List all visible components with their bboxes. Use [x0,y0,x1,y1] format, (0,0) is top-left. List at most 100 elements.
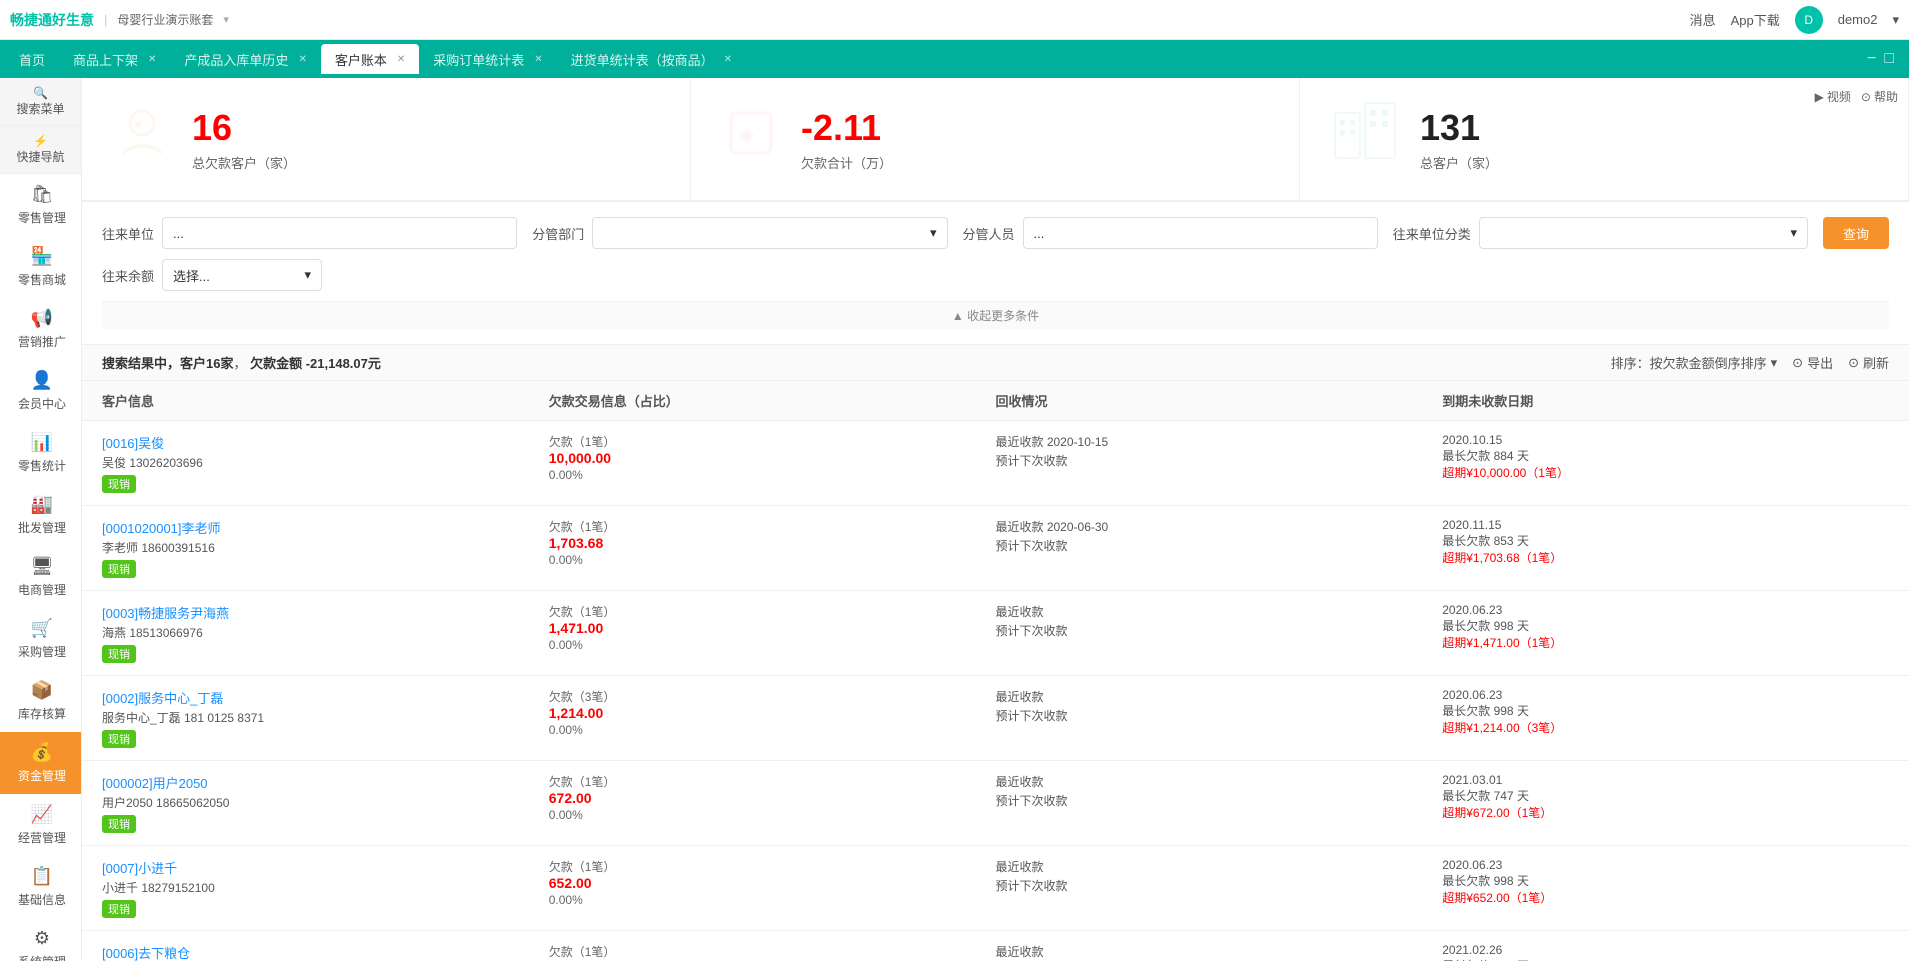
sidebar-item-operation[interactable]: 📈 经营管理 [0,794,81,856]
tab-production-history[interactable]: 产成品入库单历史 ✕ [170,44,320,74]
sidebar-item-basic-info[interactable]: 📋 基础信息 [0,856,81,918]
store-name: 母婴行业演示账套 [117,11,213,28]
results-info: 搜索结果中，客户16家， 欠款金额 -21,148.07元 [102,353,381,372]
due-info-5: 2020.06.23 最长欠款 998 天 超期¥652.00（1笔） [1442,858,1889,906]
user-dropdown-icon[interactable]: ▾ [1892,12,1899,28]
overdue-link-3[interactable]: 超期¥1,214.00（3笔） [1442,719,1889,736]
sidebar-item-purchase[interactable]: 🛒 采购管理 [0,608,81,670]
due-date-1: 2020.11.15 [1442,518,1889,532]
overdue-link-4[interactable]: 超期¥672.00（1笔） [1442,804,1889,821]
stat-icon-total-customers [1330,98,1400,180]
department-select[interactable]: ▾ [592,217,947,249]
total-customers-label: 总客户（家） [1420,153,1878,172]
customer-name-1[interactable]: [0001020001]李老师 [102,518,549,537]
customer-name-0[interactable]: [0016]吴俊 [102,433,549,452]
tab-product-status[interactable]: 商品上下架 ✕ [59,44,170,74]
tab-purchase-stats-close[interactable]: ✕ [534,54,542,65]
customer-info-5: [0007]小进千 小进千 18279152100 现销 [102,858,549,918]
sidebar-item-ecommerce[interactable]: 🖥 电商管理 [0,546,81,608]
debt-amount-4[interactable]: 672.00 [549,790,996,806]
overdue-link-2[interactable]: 超期¥1,471.00（1笔） [1442,634,1889,651]
sort-label[interactable]: 排序：按欠款金额倒序排序 ▾ [1611,353,1778,372]
app-download-btn[interactable]: App下载 [1731,10,1780,29]
manager-input[interactable]: ... [1023,217,1378,249]
debt-pct-5: 0.00% [549,893,996,907]
sidebar-item-marketing[interactable]: 📢 营销推广 [0,298,81,360]
search-menu-item[interactable]: 🔍 搜索菜单 [0,78,81,126]
quick-nav-item[interactable]: ⚡ 快捷导航 [0,126,81,174]
collection-next-5: 预计下次收款 [996,877,1443,894]
debt-amount-1[interactable]: 1,703.68 [549,535,996,551]
tab-customer-account[interactable]: 客户账本 ✕ [321,44,419,74]
customer-phone-2: 海燕 18513066976 [102,624,549,641]
tab-purchase-stats[interactable]: 采购订单统计表 ✕ [419,44,556,74]
sidebar-item-retail-mall[interactable]: 🏪 零售商城 [0,236,81,298]
tab-stock-stats-close[interactable]: ✕ [724,54,732,65]
due-info-4: 2021.03.01 最长欠款 747 天 超期¥672.00（1笔） [1442,773,1889,821]
tab-home[interactable]: 首页 [5,44,59,74]
sidebar-item-retail-stats[interactable]: 📊 零售统计 [0,422,81,484]
sidebar-item-inventory[interactable]: 📦 库存核算 [0,670,81,732]
overdue-link-1[interactable]: 超期¥1,703.68（1笔） [1442,549,1889,566]
inventory-icon: 📦 [31,680,53,701]
avatar[interactable]: D [1795,6,1823,34]
debt-amount-value: -2.11 [801,107,1269,149]
department-dropdown-icon: ▾ [930,225,937,241]
svg-text:◈: ◈ [739,124,755,146]
debt-amount-2[interactable]: 1,471.00 [549,620,996,636]
collection-recent-5: 最近收款 [996,858,1443,875]
minimize-icon[interactable]: − [1867,50,1876,68]
tab-stock-stats[interactable]: 进货单统计表（按商品） ✕ [557,44,746,74]
customer-name-2[interactable]: [0003]畅捷服务尹海燕 [102,603,549,622]
table-row: [0003]畅捷服务尹海燕 海燕 18513066976 现销 欠款（1笔） 1… [82,591,1909,676]
refresh-icon: ⊙ [1848,355,1859,371]
customer-name-4[interactable]: [000002]用户2050 [102,773,549,792]
overdue-link-5[interactable]: 超期¥652.00（1笔） [1442,889,1889,906]
balance-select[interactable]: 选择... ▾ [162,259,322,291]
collapse-bar[interactable]: ▲ 收起更多条件 [102,301,1889,329]
tab-customer-account-close[interactable]: ✕ [397,54,405,65]
table-row: [0006]去下粮仓 陈小希 现销 欠款（1笔） 455.90 0.00% 最近… [82,931,1909,961]
message-btn[interactable]: 消息 [1690,10,1716,29]
stat-icon-debt-customers: ¥ [112,103,172,175]
customer-name-6[interactable]: [0006]去下粮仓 [102,943,549,961]
tab-product-status-close[interactable]: ✕ [148,54,156,65]
debt-note-5: 欠款（1笔） [549,858,996,875]
export-btn[interactable]: ⊙ 导出 [1792,353,1833,372]
collection-info-3: 最近收款 预计下次收款 [996,688,1443,724]
search-button[interactable]: 查询 [1823,217,1889,249]
sidebar-item-wholesale[interactable]: 🏭 批发管理 [0,484,81,546]
department-label: 分管部门 [532,224,584,243]
sidebar-item-finance[interactable]: 💰 资金管理 [0,732,81,794]
store-dropdown-icon[interactable]: ▾ [223,13,229,26]
due-date-6: 2021.02.26 [1442,943,1889,957]
debt-amount-0[interactable]: 10,000.00 [549,450,996,466]
customer-info-6: [0006]去下粮仓 陈小希 现销 [102,943,549,961]
customer-phone-3: 服务中心_丁磊 181 0125 8371 [102,709,549,726]
filter-department: 分管部门 ▾ [532,217,947,249]
overdue-link-0[interactable]: 超期¥10,000.00（1笔） [1442,464,1889,481]
tab-product-status-label: 商品上下架 [73,50,138,69]
due-info-0: 2020.10.15 最长欠款 884 天 超期¥10,000.00（1笔） [1442,433,1889,481]
video-link[interactable]: ▶ 视频 [1815,88,1851,105]
debt-amount-3[interactable]: 1,214.00 [549,705,996,721]
maximize-icon[interactable]: □ [1884,50,1894,68]
refresh-btn[interactable]: ⊙ 刷新 [1848,353,1889,372]
sidebar-item-system[interactable]: ⚙ 系统管理 [0,918,81,961]
overdue-days-4: 最长欠款 747 天 [1442,787,1889,804]
wholesale-icon: 🏭 [31,494,53,515]
customer-name-5[interactable]: [0007]小进千 [102,858,549,877]
collapse-icon: ▲ [952,309,967,323]
unit-category-select[interactable]: ▾ [1479,217,1808,249]
debt-note-3: 欠款（3笔） [549,688,996,705]
debt-amount-5[interactable]: 652.00 [549,875,996,891]
incoming-unit-input[interactable]: ... [162,217,517,249]
help-link[interactable]: ⊙ 帮助 [1861,88,1898,105]
debt-info-5: 欠款（1笔） 652.00 0.00% [549,858,996,907]
debt-note-2: 欠款（1笔） [549,603,996,620]
sidebar-item-member[interactable]: 👤 会员中心 [0,360,81,422]
sidebar-item-retail-manage[interactable]: 🛍 零售管理 [0,174,81,236]
customer-name-3[interactable]: [0002]服务中心_丁磊 [102,688,549,707]
tab-production-history-close[interactable]: ✕ [298,54,306,65]
debt-info-3: 欠款（3笔） 1,214.00 0.00% [549,688,996,737]
